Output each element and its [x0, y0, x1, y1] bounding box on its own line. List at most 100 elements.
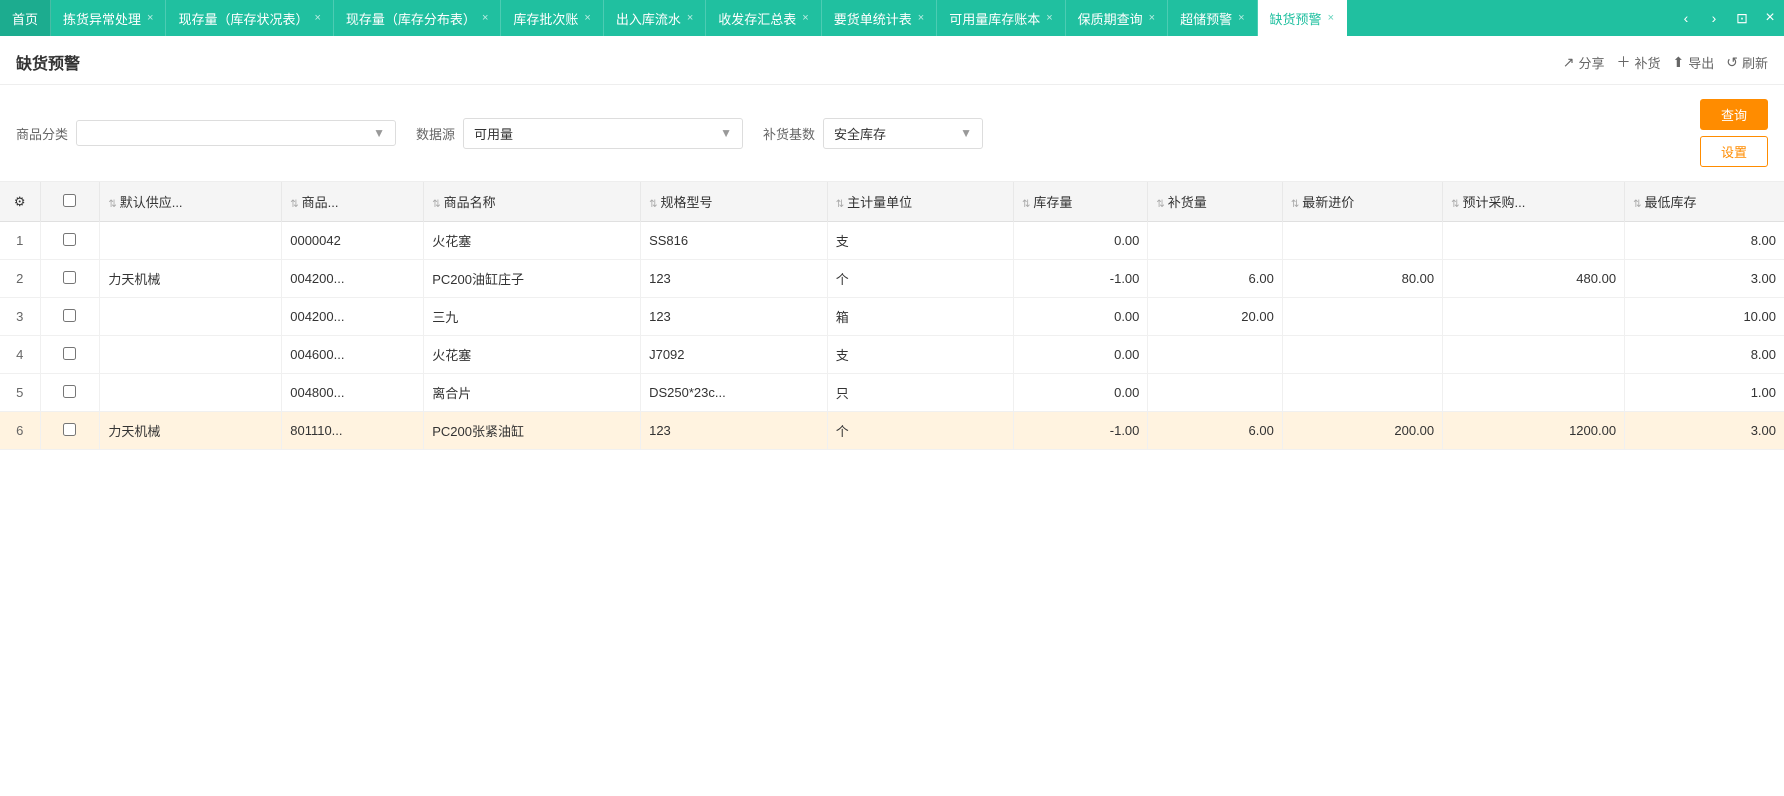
- nav-tab-5[interactable]: 出入库流水×: [604, 0, 706, 36]
- row-product-code-0: 0000042: [282, 222, 424, 260]
- unit-column-header[interactable]: ⇅主计量单位: [827, 182, 1013, 222]
- row-supplier-1: 力天机械: [100, 260, 282, 298]
- nav-tab-2[interactable]: 现存量（库存状况表）×: [166, 0, 333, 36]
- select-all-checkbox[interactable]: [63, 194, 76, 207]
- checkbox-column-header: [40, 182, 100, 222]
- row-checkbox-2[interactable]: [63, 309, 76, 322]
- row-replenish-qty-5: 6.00: [1148, 412, 1282, 450]
- latest-price-column-header[interactable]: ⇅最新进价: [1282, 182, 1442, 222]
- filter-group-replenish: 补货基数 安全库存 ▼: [763, 118, 983, 149]
- filter-group-category: 商品分类 ▼: [16, 120, 396, 146]
- product-name-column-header[interactable]: ⇅商品名称: [424, 182, 641, 222]
- row-checkbox-5[interactable]: [63, 423, 76, 436]
- share-button[interactable]: ↗ 分享: [1563, 53, 1605, 72]
- row-latest-price-4: [1282, 374, 1442, 412]
- stock-column-header[interactable]: ⇅库存量: [1014, 182, 1148, 222]
- nav-arrow-left[interactable]: ‹: [1672, 0, 1700, 36]
- row-product-code-5: 801110...: [282, 412, 424, 450]
- nav-arrow-right[interactable]: ›: [1700, 0, 1728, 36]
- product-code-column-header[interactable]: ⇅商品...: [282, 182, 424, 222]
- row-spec-4: DS250*23c...: [641, 374, 828, 412]
- min-stock-column-header[interactable]: ⇅最低库存: [1625, 182, 1784, 222]
- tab-close-icon-2[interactable]: ×: [314, 12, 320, 24]
- tab-close-icon-9[interactable]: ×: [1149, 12, 1155, 24]
- row-stock-1: -1.00: [1014, 260, 1148, 298]
- row-stock-5: -1.00: [1014, 412, 1148, 450]
- tab-close-icon-4[interactable]: ×: [584, 12, 590, 24]
- est-purchase-column-header[interactable]: ⇅预计采购...: [1443, 182, 1625, 222]
- window-restore-button[interactable]: ⊡: [1728, 0, 1756, 36]
- row-est-purchase-1: 480.00: [1443, 260, 1625, 298]
- category-arrow-icon: ▼: [373, 126, 385, 140]
- nav-tab-8[interactable]: 可用量库存账本×: [937, 0, 1065, 36]
- nav-tab-1[interactable]: 拣货异常处理×: [51, 0, 166, 36]
- row-min-stock-3: 8.00: [1625, 336, 1784, 374]
- page-content: 缺货预警 ↗ 分享 ＋ 补货 ⬆ 导出 ↺ 刷新 商品分类: [0, 36, 1784, 796]
- nav-tab-0[interactable]: 首页: [0, 0, 51, 36]
- refresh-label: 刷新: [1742, 53, 1768, 72]
- row-checkbox-3[interactable]: [63, 347, 76, 360]
- settings-button[interactable]: 设置: [1700, 136, 1768, 167]
- tab-close-icon-11[interactable]: ×: [1328, 12, 1334, 24]
- row-checkbox-cell-3: [40, 336, 100, 374]
- row-product-name-3: 火花塞: [424, 336, 641, 374]
- row-min-stock-5: 3.00: [1625, 412, 1784, 450]
- row-unit-2: 箱: [827, 298, 1013, 336]
- export-button[interactable]: ⬆ 导出: [1673, 53, 1715, 72]
- nav-tab-4[interactable]: 库存批次账×: [501, 0, 603, 36]
- row-replenish-qty-2: 20.00: [1148, 298, 1282, 336]
- row-product-code-2: 004200...: [282, 298, 424, 336]
- row-product-code-3: 004600...: [282, 336, 424, 374]
- replenish-button[interactable]: ＋ 补货: [1616, 52, 1660, 72]
- refresh-button[interactable]: ↺ 刷新: [1726, 53, 1768, 72]
- row-unit-5: 个: [827, 412, 1013, 450]
- row-num-0: 1: [0, 222, 40, 260]
- gear-column-header[interactable]: ⚙: [0, 182, 40, 222]
- tab-close-icon-5[interactable]: ×: [687, 12, 693, 24]
- query-button[interactable]: 查询: [1700, 99, 1768, 130]
- supplier-column-header[interactable]: ⇅默认供应...: [100, 182, 282, 222]
- tab-close-icon-3[interactable]: ×: [482, 12, 488, 24]
- replenish-select[interactable]: 安全库存 ▼: [823, 118, 983, 149]
- row-latest-price-2: [1282, 298, 1442, 336]
- row-replenish-qty-3: [1148, 336, 1282, 374]
- row-est-purchase-4: [1443, 374, 1625, 412]
- row-latest-price-5: 200.00: [1282, 412, 1442, 450]
- row-supplier-0: [100, 222, 282, 260]
- row-est-purchase-0: [1443, 222, 1625, 260]
- row-product-name-0: 火花塞: [424, 222, 641, 260]
- category-select[interactable]: ▼: [76, 120, 396, 146]
- tab-close-icon-8[interactable]: ×: [1046, 12, 1052, 24]
- row-num-4: 5: [0, 374, 40, 412]
- window-close-button[interactable]: ×: [1756, 0, 1784, 36]
- row-min-stock-0: 8.00: [1625, 222, 1784, 260]
- row-unit-0: 支: [827, 222, 1013, 260]
- nav-tab-10[interactable]: 超储预警×: [1168, 0, 1257, 36]
- row-checkbox-cell-2: [40, 298, 100, 336]
- row-spec-0: SS816: [641, 222, 828, 260]
- replenish-qty-column-header[interactable]: ⇅补货量: [1148, 182, 1282, 222]
- row-supplier-5: 力天机械: [100, 412, 282, 450]
- nav-tab-7[interactable]: 要货单统计表×: [822, 0, 937, 36]
- row-stock-0: 0.00: [1014, 222, 1148, 260]
- tab-close-icon-1[interactable]: ×: [147, 12, 153, 24]
- tab-close-icon-6[interactable]: ×: [802, 12, 808, 24]
- replenish-label: 补货基数: [763, 124, 815, 143]
- nav-tab-3[interactable]: 现存量（库存分布表）×: [334, 0, 501, 36]
- row-supplier-3: [100, 336, 282, 374]
- datasource-label: 数据源: [416, 124, 455, 143]
- share-label: 分享: [1578, 53, 1604, 72]
- row-spec-5: 123: [641, 412, 828, 450]
- table-row: 3 004200... 三九 123 箱 0.00 20.00 10.00: [0, 298, 1784, 336]
- spec-column-header[interactable]: ⇅规格型号: [641, 182, 828, 222]
- row-checkbox-1[interactable]: [63, 271, 76, 284]
- nav-tab-6[interactable]: 收发存汇总表×: [706, 0, 821, 36]
- category-label: 商品分类: [16, 124, 68, 143]
- nav-tab-11[interactable]: 缺货预警×: [1258, 0, 1347, 36]
- nav-tab-9[interactable]: 保质期查询×: [1066, 0, 1168, 36]
- row-checkbox-4[interactable]: [63, 385, 76, 398]
- datasource-select[interactable]: 可用量 ▼: [463, 118, 743, 149]
- tab-close-icon-10[interactable]: ×: [1238, 12, 1244, 24]
- tab-close-icon-7[interactable]: ×: [918, 12, 924, 24]
- row-checkbox-0[interactable]: [63, 233, 76, 246]
